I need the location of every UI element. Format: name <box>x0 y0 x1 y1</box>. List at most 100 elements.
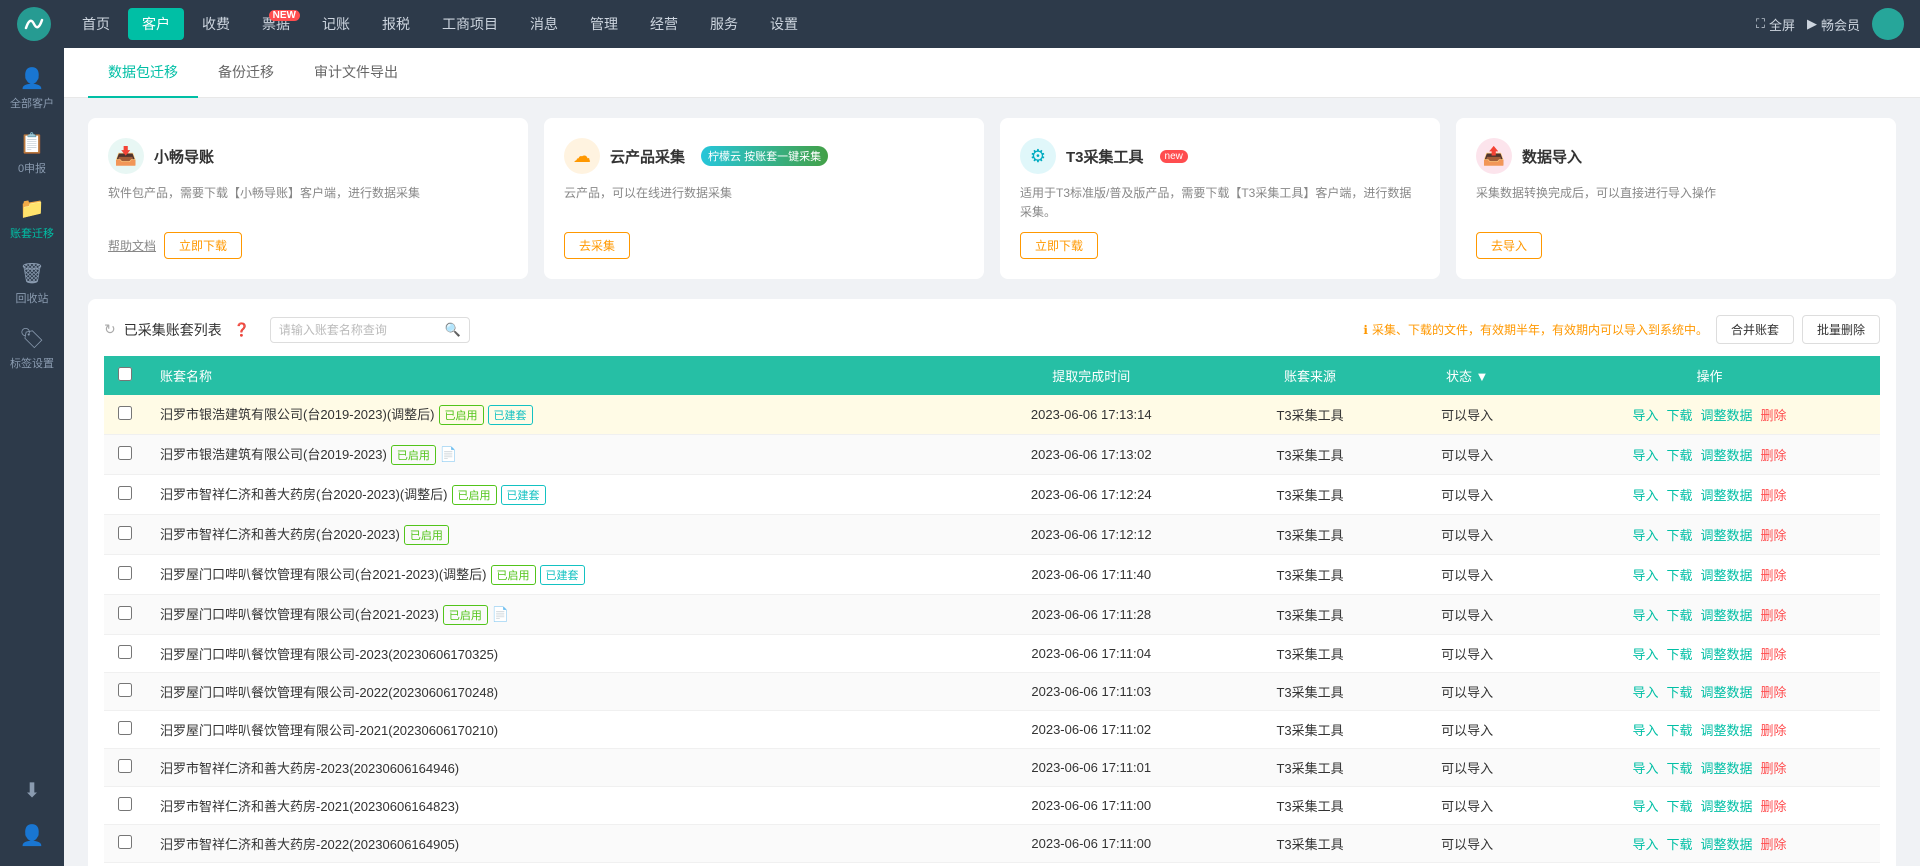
help-doc-link[interactable]: 帮助文档 <box>108 237 156 254</box>
adjust-action[interactable]: 调整数据 <box>1700 837 1752 852</box>
nav-operation[interactable]: 经营 <box>636 8 692 40</box>
nav-billing[interactable]: 收费 <box>188 8 244 40</box>
download-action[interactable]: 下载 <box>1666 723 1692 738</box>
adjust-action[interactable]: 调整数据 <box>1700 723 1752 738</box>
adjust-action[interactable]: 调整数据 <box>1700 528 1752 543</box>
download-action[interactable]: 下载 <box>1666 685 1692 700</box>
download-action[interactable]: 下载 <box>1666 528 1692 543</box>
fullscreen-button[interactable]: ⛶ 全屏 <box>1756 15 1795 34</box>
refresh-icon[interactable]: ↻ <box>104 321 116 338</box>
search-icon[interactable]: 🔍 <box>445 322 461 338</box>
row-checkbox[interactable] <box>118 606 132 620</box>
nav-accounting[interactable]: 记账 <box>308 8 364 40</box>
file-icon[interactable]: 📄 <box>492 606 509 622</box>
row-checkbox[interactable] <box>118 486 132 500</box>
delete-action[interactable]: 删除 <box>1760 408 1786 423</box>
row-checkbox[interactable] <box>118 446 132 460</box>
download-action[interactable]: 下载 <box>1666 488 1692 503</box>
row-checkbox[interactable] <box>118 721 132 735</box>
sidebar-item-recycle[interactable]: 🗑 回收站 <box>0 251 64 316</box>
adjust-action[interactable]: 调整数据 <box>1700 685 1752 700</box>
download-action[interactable]: 下载 <box>1666 799 1692 814</box>
import-action[interactable]: 导入 <box>1632 408 1658 423</box>
row-checkbox[interactable] <box>118 683 132 697</box>
delete-action[interactable]: 删除 <box>1760 761 1786 776</box>
nav-business[interactable]: 工商项目 <box>428 8 512 40</box>
merge-accounts-button[interactable]: 合并账套 <box>1716 315 1794 344</box>
delete-action[interactable]: 删除 <box>1760 647 1786 662</box>
sidebar-item-account-migration[interactable]: 📁 账套迁移 <box>0 186 64 251</box>
nav-manage[interactable]: 管理 <box>576 8 632 40</box>
help-icon[interactable]: ❓ <box>234 322 250 338</box>
row-checkbox[interactable] <box>118 645 132 659</box>
tab-audit-export[interactable]: 审计文件导出 <box>294 48 418 98</box>
row-checkbox[interactable] <box>118 835 132 849</box>
import-action[interactable]: 导入 <box>1632 608 1658 623</box>
adjust-action[interactable]: 调整数据 <box>1700 608 1752 623</box>
row-checkbox[interactable] <box>118 406 132 420</box>
import-action[interactable]: 导入 <box>1632 723 1658 738</box>
user-avatar[interactable] <box>1872 8 1904 40</box>
delete-action[interactable]: 删除 <box>1760 528 1786 543</box>
import-action[interactable]: 导入 <box>1632 528 1658 543</box>
sidebar-item-all-customers[interactable]: 👤 全部客户 <box>0 56 64 121</box>
adjust-action[interactable]: 调整数据 <box>1700 568 1752 583</box>
download-action[interactable]: 下载 <box>1666 647 1692 662</box>
download-action[interactable]: 下载 <box>1666 608 1692 623</box>
delete-action[interactable]: 删除 <box>1760 837 1786 852</box>
import-action[interactable]: 导入 <box>1632 647 1658 662</box>
adjust-action[interactable]: 调整数据 <box>1700 448 1752 463</box>
download-now-button[interactable]: 立即下载 <box>164 232 242 259</box>
sidebar-item-user[interactable]: 👤 <box>16 813 49 858</box>
delete-action[interactable]: 删除 <box>1760 685 1786 700</box>
download-action[interactable]: 下载 <box>1666 761 1692 776</box>
delete-action[interactable]: 删除 <box>1760 488 1786 503</box>
download-action[interactable]: 下载 <box>1666 837 1692 852</box>
import-action[interactable]: 导入 <box>1632 448 1658 463</box>
row-checkbox[interactable] <box>118 526 132 540</box>
go-import-button[interactable]: 去导入 <box>1476 232 1542 259</box>
import-action[interactable]: 导入 <box>1632 837 1658 852</box>
tab-backup-migration[interactable]: 备份迁移 <box>198 48 294 98</box>
adjust-action[interactable]: 调整数据 <box>1700 799 1752 814</box>
logo[interactable] <box>16 6 52 42</box>
adjust-action[interactable]: 调整数据 <box>1700 408 1752 423</box>
import-action[interactable]: 导入 <box>1632 685 1658 700</box>
row-checkbox[interactable] <box>118 759 132 773</box>
nav-home[interactable]: 首页 <box>68 8 124 40</box>
vip-button[interactable]: ▶ 畅会员 <box>1807 15 1860 34</box>
nav-service[interactable]: 服务 <box>696 8 752 40</box>
delete-action[interactable]: 删除 <box>1760 448 1786 463</box>
delete-action[interactable]: 删除 <box>1760 723 1786 738</box>
import-action[interactable]: 导入 <box>1632 761 1658 776</box>
adjust-action[interactable]: 调整数据 <box>1700 761 1752 776</box>
batch-delete-button[interactable]: 批量删除 <box>1802 315 1880 344</box>
import-action[interactable]: 导入 <box>1632 799 1658 814</box>
search-input[interactable] <box>279 323 439 337</box>
delete-action[interactable]: 删除 <box>1760 608 1786 623</box>
nav-customer[interactable]: 客户 <box>128 8 184 40</box>
nav-message[interactable]: 消息 <box>516 8 572 40</box>
nav-settings[interactable]: 设置 <box>756 8 812 40</box>
sidebar-item-download[interactable]: ⬇ <box>16 768 49 813</box>
sidebar-item-label-settings[interactable]: 🏷 标签设置 <box>0 316 64 381</box>
import-action[interactable]: 导入 <box>1632 568 1658 583</box>
t3-download-button[interactable]: 立即下载 <box>1020 232 1098 259</box>
go-collect-button[interactable]: 去采集 <box>564 232 630 259</box>
import-action[interactable]: 导入 <box>1632 488 1658 503</box>
row-checkbox[interactable] <box>118 797 132 811</box>
sidebar-item-zero-report[interactable]: 📋 0申报 <box>0 121 64 186</box>
nav-tax[interactable]: 报税 <box>368 8 424 40</box>
download-action[interactable]: 下载 <box>1666 448 1692 463</box>
tab-data-package-migration[interactable]: 数据包迁移 <box>88 48 198 98</box>
delete-action[interactable]: 删除 <box>1760 568 1786 583</box>
adjust-action[interactable]: 调整数据 <box>1700 647 1752 662</box>
row-checkbox[interactable] <box>118 566 132 580</box>
adjust-action[interactable]: 调整数据 <box>1700 488 1752 503</box>
select-all-checkbox[interactable] <box>118 367 132 381</box>
nav-invoice[interactable]: 票据NEW <box>248 8 304 40</box>
download-action[interactable]: 下载 <box>1666 568 1692 583</box>
delete-action[interactable]: 删除 <box>1760 799 1786 814</box>
file-icon[interactable]: 📄 <box>440 446 457 462</box>
download-action[interactable]: 下载 <box>1666 408 1692 423</box>
